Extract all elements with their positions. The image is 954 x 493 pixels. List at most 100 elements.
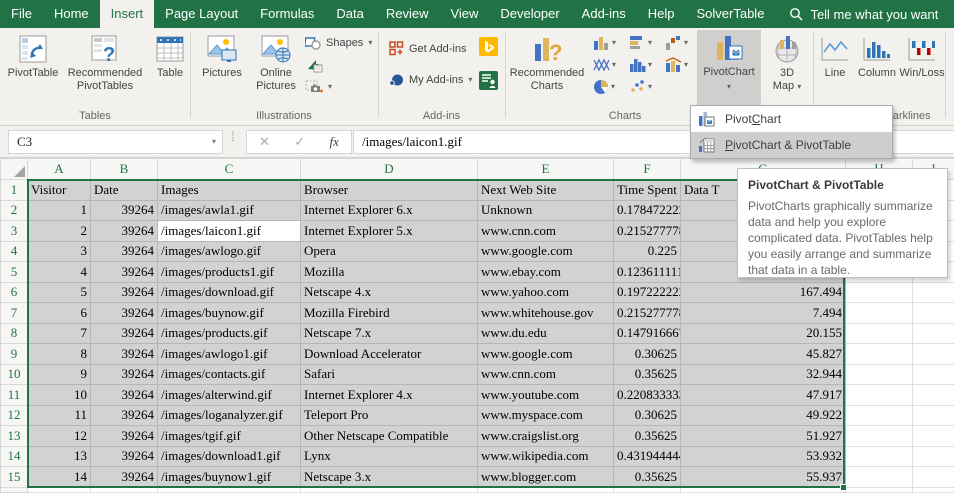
- cell-D13[interactable]: Other Netscape Compatible: [300, 425, 478, 447]
- cell-C7[interactable]: /images/buynow.gif: [157, 302, 301, 324]
- enter-icon[interactable]: ✓: [294, 134, 305, 150]
- tab-home[interactable]: Home: [43, 0, 100, 28]
- recommended-pivottables-button[interactable]: ? Recommended PivotTables: [62, 31, 148, 93]
- cell-H15[interactable]: [845, 466, 913, 488]
- cell-I12[interactable]: [912, 405, 954, 426]
- insert-column-chart-button[interactable]: ▾: [593, 35, 616, 50]
- cell-G6[interactable]: 167.494: [680, 282, 846, 303]
- column-header-E[interactable]: E: [477, 158, 614, 180]
- cell-B7[interactable]: 39264: [90, 302, 158, 324]
- cell-A10[interactable]: 9: [27, 364, 91, 385]
- cell-I6[interactable]: [912, 282, 954, 303]
- fill-handle[interactable]: [840, 484, 847, 491]
- cell-D3[interactable]: Internet Explorer 5.x: [300, 220, 478, 242]
- cell-C2[interactable]: /images/awla1.gif: [157, 200, 301, 221]
- tab-developer[interactable]: Developer: [489, 0, 570, 28]
- cell-H7[interactable]: [845, 302, 913, 324]
- tab-help[interactable]: Help: [637, 0, 686, 28]
- cell-C11[interactable]: /images/alterwind.gif: [157, 384, 301, 406]
- sparkline-column-button[interactable]: Column: [855, 31, 899, 80]
- cell-D7[interactable]: Mozilla Firebird: [300, 302, 478, 324]
- cell-C8[interactable]: /images/products.gif: [157, 323, 301, 344]
- cell-F2[interactable]: 0.178472222: [613, 200, 681, 221]
- insert-stock-chart-button[interactable]: ▾: [593, 57, 616, 72]
- cell-B2[interactable]: 39264: [90, 200, 158, 221]
- cell-D16[interactable]: [300, 487, 478, 493]
- shapes-button[interactable]: Shapes ▾: [305, 36, 372, 50]
- cell-F5[interactable]: 0.123611111: [613, 261, 681, 283]
- insert-function-icon[interactable]: fx: [329, 134, 338, 150]
- cell-E4[interactable]: www.google.com: [477, 241, 614, 262]
- cell-I16[interactable]: [912, 487, 954, 493]
- cell-E1[interactable]: Next Web Site: [477, 179, 614, 201]
- recommended-charts-button[interactable]: ? Recommended Charts: [509, 31, 585, 93]
- pivottable-button[interactable]: PivotTable: [6, 31, 60, 80]
- cell-G14[interactable]: 53.932: [680, 446, 846, 467]
- cell-F15[interactable]: 0.35625: [613, 466, 681, 488]
- cell-C6[interactable]: /images/download.gif: [157, 282, 301, 303]
- cell-D9[interactable]: Download Accelerator: [300, 343, 478, 365]
- get-addins-button[interactable]: Get Add-ins: [389, 41, 466, 56]
- table-button[interactable]: Table: [150, 31, 190, 80]
- cell-B1[interactable]: Date: [90, 179, 158, 201]
- column-header-A[interactable]: A: [27, 158, 91, 180]
- tab-formulas[interactable]: Formulas: [249, 0, 325, 28]
- sparkline-winloss-button[interactable]: Win/Loss: [899, 31, 945, 80]
- cell-H6[interactable]: [845, 282, 913, 303]
- cell-G16[interactable]: [680, 487, 846, 493]
- cell-F6[interactable]: 0.197222222: [613, 282, 681, 303]
- cell-H8[interactable]: [845, 323, 913, 344]
- cell-G8[interactable]: 20.155: [680, 323, 846, 344]
- row-header-11[interactable]: 11: [0, 384, 28, 406]
- tab-view[interactable]: View: [439, 0, 489, 28]
- cell-D15[interactable]: Netscape 3.x: [300, 466, 478, 488]
- insert-histogram-chart-button[interactable]: ▾: [629, 57, 652, 72]
- cell-B6[interactable]: 39264: [90, 282, 158, 303]
- cell-F3[interactable]: 0.215277778: [613, 220, 681, 242]
- cell-G13[interactable]: 51.927: [680, 425, 846, 447]
- cell-B11[interactable]: 39264: [90, 384, 158, 406]
- cell-A5[interactable]: 4: [27, 261, 91, 283]
- cell-D1[interactable]: Browser: [300, 179, 478, 201]
- cell-D10[interactable]: Safari: [300, 364, 478, 385]
- tab-data[interactable]: Data: [325, 0, 374, 28]
- screenshot-camera-button[interactable]: ▾: [305, 80, 332, 94]
- row-header-4[interactable]: 4: [0, 240, 28, 262]
- row-header-7[interactable]: 7: [0, 302, 28, 324]
- cell-A7[interactable]: 6: [27, 302, 91, 324]
- row-header-13[interactable]: 13: [0, 425, 28, 447]
- cell-B8[interactable]: 39264: [90, 323, 158, 344]
- tab-solvertable[interactable]: SolverTable: [686, 0, 776, 28]
- sparkline-line-button[interactable]: Line: [817, 31, 853, 80]
- cell-E5[interactable]: www.ebay.com: [477, 261, 614, 283]
- cell-E12[interactable]: www.myspace.com: [477, 405, 614, 426]
- cell-F7[interactable]: 0.215277778: [613, 302, 681, 324]
- cell-H14[interactable]: [845, 446, 913, 467]
- cell-A3[interactable]: 2: [27, 220, 91, 242]
- column-header-F[interactable]: F: [613, 158, 681, 180]
- insert-combo-chart-button[interactable]: ▾: [665, 57, 688, 72]
- cell-F11[interactable]: 0.220833333: [613, 384, 681, 406]
- row-header-6[interactable]: 6: [0, 281, 28, 303]
- cell-I9[interactable]: [912, 343, 954, 365]
- online-pictures-button[interactable]: Online Pictures: [250, 31, 302, 93]
- my-addins-button[interactable]: My Add-ins ▾: [389, 73, 472, 87]
- row-header-2[interactable]: 2: [0, 199, 28, 221]
- name-box[interactable]: C3 ▾: [8, 130, 223, 154]
- cell-F8[interactable]: 0.147916667: [613, 323, 681, 344]
- cell-H13[interactable]: [845, 425, 913, 447]
- cell-F14[interactable]: 0.431944444: [613, 446, 681, 467]
- cell-C15[interactable]: /images/buynow1.gif: [157, 466, 301, 488]
- row-header-14[interactable]: 14: [0, 445, 28, 467]
- cell-E8[interactable]: www.du.edu: [477, 323, 614, 344]
- cell-B5[interactable]: 39264: [90, 261, 158, 283]
- cell-E16[interactable]: [477, 487, 614, 493]
- row-header-16[interactable]: [0, 486, 28, 493]
- cell-E3[interactable]: www.cnn.com: [477, 220, 614, 242]
- column-header-B[interactable]: B: [90, 158, 158, 180]
- cell-C12[interactable]: /images/loganalyzer.gif: [157, 405, 301, 426]
- cell-B9[interactable]: 39264: [90, 343, 158, 365]
- cell-B3[interactable]: 39264: [90, 220, 158, 242]
- row-header-3[interactable]: 3: [0, 220, 28, 242]
- cell-C13[interactable]: /images/tgif.gif: [157, 425, 301, 447]
